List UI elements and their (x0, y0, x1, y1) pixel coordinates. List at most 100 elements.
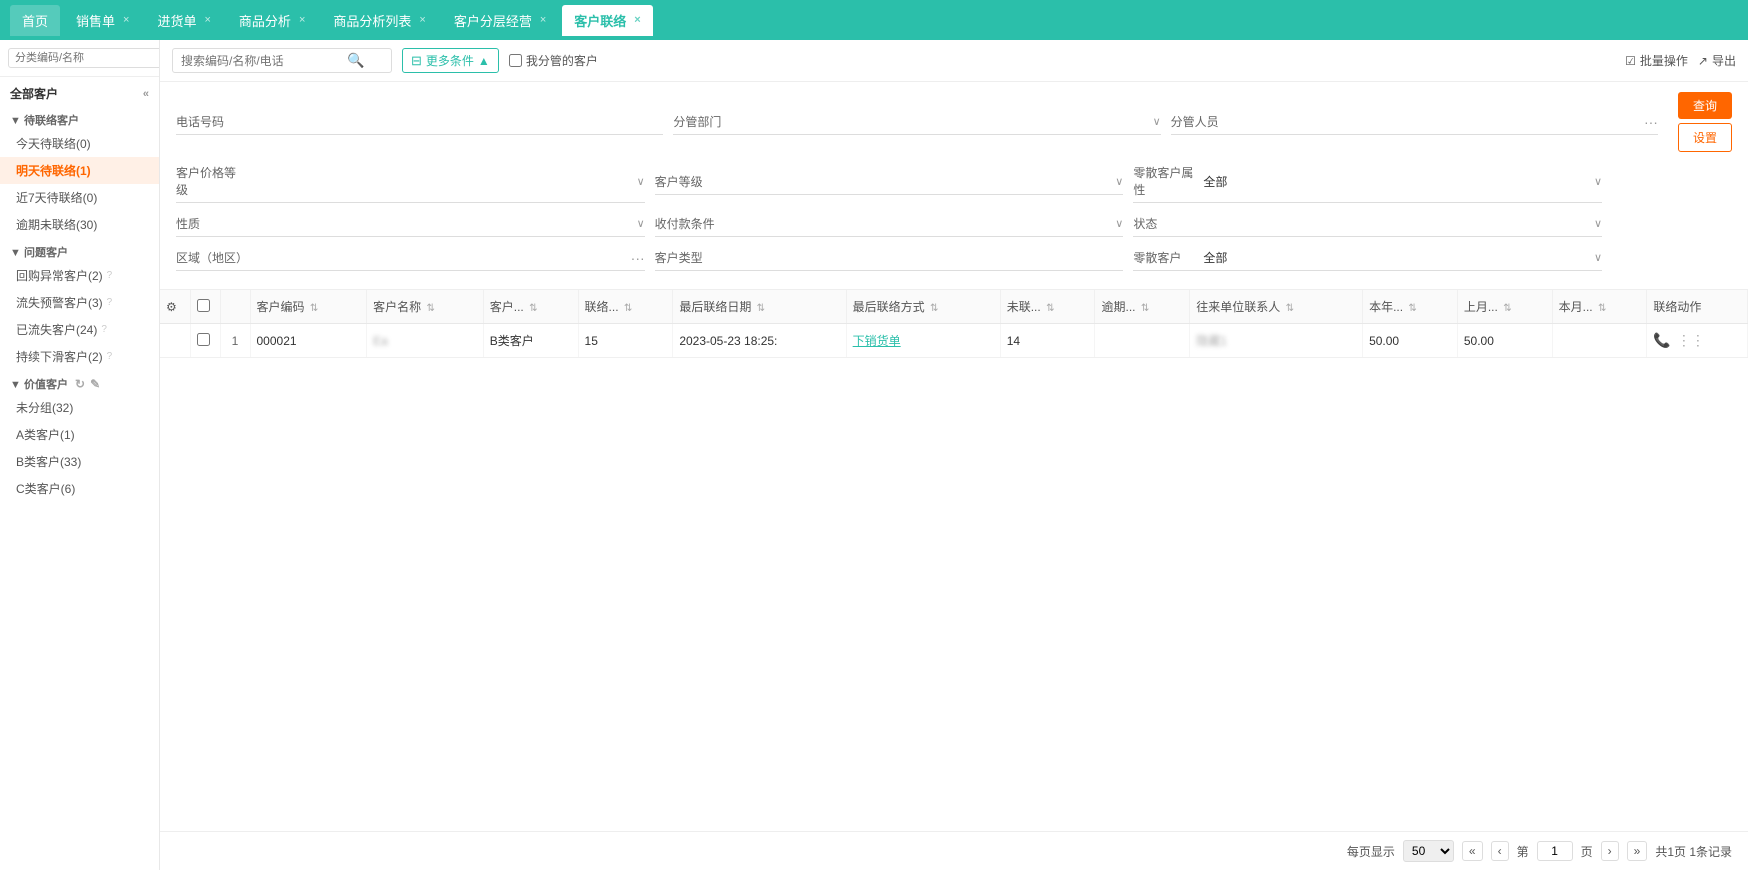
nav-sales-close[interactable]: × (123, 14, 129, 26)
filter-customer-level-input[interactable] (725, 174, 1116, 188)
page-input[interactable] (1537, 841, 1573, 861)
filter-search-icon[interactable]: 🔍 (347, 52, 364, 69)
nav-home[interactable]: 首页 (10, 5, 60, 36)
th-last-contact-way[interactable]: 最后联络方式 ⇅ (846, 290, 1000, 324)
filter-customer-level-dropdown[interactable]: ∨ (1115, 175, 1123, 188)
sidebar-item-class-c[interactable]: C类客户(6) (0, 475, 159, 502)
filter-retail-attr-dropdown[interactable]: ∨ (1594, 175, 1602, 188)
sidebar-item-week[interactable]: 近7天待联络(0) (0, 184, 159, 211)
export-btn[interactable]: ↗ 导出 (1698, 52, 1736, 69)
th-overdue[interactable]: 逾期... ⇅ (1095, 290, 1190, 324)
sidebar-item-overdue[interactable]: 逾期未联络(30) (0, 211, 159, 238)
first-page-btn[interactable]: « (1462, 841, 1483, 861)
filter-row-3: 性质 ∨ 收付款条件 ∨ 状态 ∨ (176, 211, 1732, 237)
filter-region-dots[interactable]: ··· (631, 250, 645, 266)
batch-btn[interactable]: ☑ 批量操作 (1625, 52, 1688, 69)
nav-goods-analysis-list-close[interactable]: × (419, 14, 425, 26)
next-page-btn[interactable]: › (1601, 841, 1619, 861)
th-this-year[interactable]: 本年... ⇅ (1363, 290, 1458, 324)
th-check[interactable] (190, 290, 220, 324)
nav-goods-analysis-close[interactable]: × (299, 14, 305, 26)
sidebar-item-tomorrow[interactable]: 明天待联络(1) (0, 157, 159, 184)
last-page-btn[interactable]: » (1627, 841, 1648, 861)
nav-goods-analysis-label: 商品分析 (239, 11, 291, 30)
sidebar-item-class-a[interactable]: A类客户(1) (0, 421, 159, 448)
refresh-icon-value[interactable]: ↻ (75, 377, 85, 391)
filter-dept: 分管部门 ∨ (673, 109, 1160, 135)
th-customer-type[interactable]: 客户... ⇅ (483, 290, 578, 324)
cell-last-contact-way-0[interactable]: 下销货单 (846, 324, 1000, 358)
th-code[interactable]: 客户编码 ⇅ (250, 290, 367, 324)
action-phone-icon-0[interactable]: 📞 (1653, 332, 1670, 349)
nav-home-label: 首页 (22, 11, 48, 30)
cell-last-contact-date-0: 2023-05-23 18:25: (673, 324, 846, 358)
filter-status-dropdown[interactable]: ∨ (1594, 217, 1602, 230)
sidebar-all-customers[interactable]: 全部客户 « (0, 77, 159, 106)
filter-price-level-input[interactable] (246, 174, 637, 188)
my-customers-checkbox-wrap[interactable]: 我分管的客户 (509, 52, 598, 69)
sidebar-item-no-group-label: 未分组(32) (16, 399, 73, 416)
sidebar-item-lost[interactable]: 已流失客户(24) ? (0, 316, 159, 343)
nav-goods-analysis-list[interactable]: 商品分析列表 × (321, 5, 437, 36)
filter-dept-dropdown[interactable]: ∨ (1153, 115, 1161, 128)
filter-dept-input[interactable] (743, 115, 1152, 129)
th-name[interactable]: 客户名称 ⇅ (367, 290, 484, 324)
filter-customer-type-input[interactable] (725, 251, 1124, 265)
filter-phone-input[interactable] (246, 115, 663, 129)
th-last-month[interactable]: 上月... ⇅ (1457, 290, 1552, 324)
th-unit-contact[interactable]: 往来单位联系人 ⇅ (1190, 290, 1363, 324)
sidebar-item-abnormal[interactable]: 回购异常客户(2) ? (0, 262, 159, 289)
nav-customer-contact[interactable]: 客户联络 × (562, 5, 652, 36)
my-customers-checkbox[interactable] (509, 54, 522, 67)
table-row: 1 000021 Ea B类客户 15 2023-05-23 18:25: 下销… (160, 324, 1748, 358)
filter-manager-input[interactable] (1241, 115, 1644, 129)
sidebar-collapse-icon[interactable]: « (143, 88, 149, 100)
cell-check-0[interactable] (190, 324, 220, 358)
sidebar-item-class-b[interactable]: B类客户(33) (0, 448, 159, 475)
sidebar-item-decline[interactable]: 持续下滑客户(2) ? (0, 343, 159, 370)
nav-customer-layer[interactable]: 客户分层经营 × (442, 5, 558, 36)
filter-region-input[interactable] (246, 251, 631, 265)
filter-retail-customer-dropdown[interactable]: ∨ (1594, 251, 1602, 264)
filter-nature-input[interactable] (246, 217, 637, 231)
query-button[interactable]: 查询 (1678, 92, 1732, 119)
nav-customer-contact-close[interactable]: × (634, 14, 640, 26)
filter-nature-dropdown[interactable]: ∨ (637, 217, 645, 230)
total-label: 共1页 1条记录 (1655, 843, 1732, 860)
page-size-select[interactable]: 50 20 100 200 (1403, 840, 1454, 862)
filter-manager-dots[interactable]: ··· (1644, 114, 1658, 130)
filter-bar: 🔍 ⊟ 更多条件 ▲ 我分管的客户 ☑ 批量操作 ↗ 导出 (160, 40, 1748, 82)
filter-payment-dropdown[interactable]: ∨ (1115, 217, 1123, 230)
row-checkbox-0[interactable] (197, 333, 210, 346)
filter-price-level-label: 客户价格等级 (176, 164, 246, 198)
th-this-month[interactable]: 本月... ⇅ (1552, 290, 1647, 324)
filter-price-level-dropdown[interactable]: ∨ (637, 175, 645, 188)
nav-purchase[interactable]: 进货单 × (145, 5, 222, 36)
nav-sales[interactable]: 销售单 × (64, 5, 141, 36)
filter-more-btn[interactable]: ⊟ 更多条件 ▲ (402, 48, 499, 73)
select-all-checkbox[interactable] (197, 299, 210, 312)
filter-nature: 性质 ∨ (176, 211, 645, 237)
nav-goods-analysis[interactable]: 商品分析 × (227, 5, 317, 36)
filter-status-input[interactable] (1203, 217, 1594, 231)
help-icon-lost: ? (101, 324, 107, 335)
sidebar-item-today[interactable]: 今天待联络(0) (0, 130, 159, 157)
th-last-contact-date[interactable]: 最后联络日期 ⇅ (673, 290, 846, 324)
edit-icon-value[interactable]: ✎ (90, 377, 100, 391)
sidebar-item-no-group[interactable]: 未分组(32) (0, 394, 159, 421)
last-contact-way-link-0[interactable]: 下销货单 (853, 334, 901, 348)
sidebar-search-input[interactable] (8, 48, 160, 68)
filter-payment-input[interactable] (725, 217, 1116, 231)
th-contact[interactable]: 联络... ⇅ (578, 290, 673, 324)
prev-page-btn[interactable]: ‹ (1491, 841, 1509, 861)
filter-row-4: 区域（地区） ··· 客户类型 零散客户 全部 ∨ (176, 245, 1732, 271)
filter-search-input[interactable] (181, 54, 341, 68)
th-this-month-label: 本月... (1559, 300, 1593, 314)
action-menu-icon-0[interactable]: ⋮⋮ (1677, 332, 1705, 349)
th-gear[interactable]: ⚙ (160, 290, 190, 324)
sidebar-item-warn[interactable]: 流失预警客户(3) ? (0, 289, 159, 316)
th-not-contact[interactable]: 未联... ⇅ (1000, 290, 1095, 324)
nav-customer-layer-close[interactable]: × (540, 14, 546, 26)
setting-button[interactable]: 设置 (1678, 123, 1732, 152)
nav-purchase-close[interactable]: × (204, 14, 210, 26)
